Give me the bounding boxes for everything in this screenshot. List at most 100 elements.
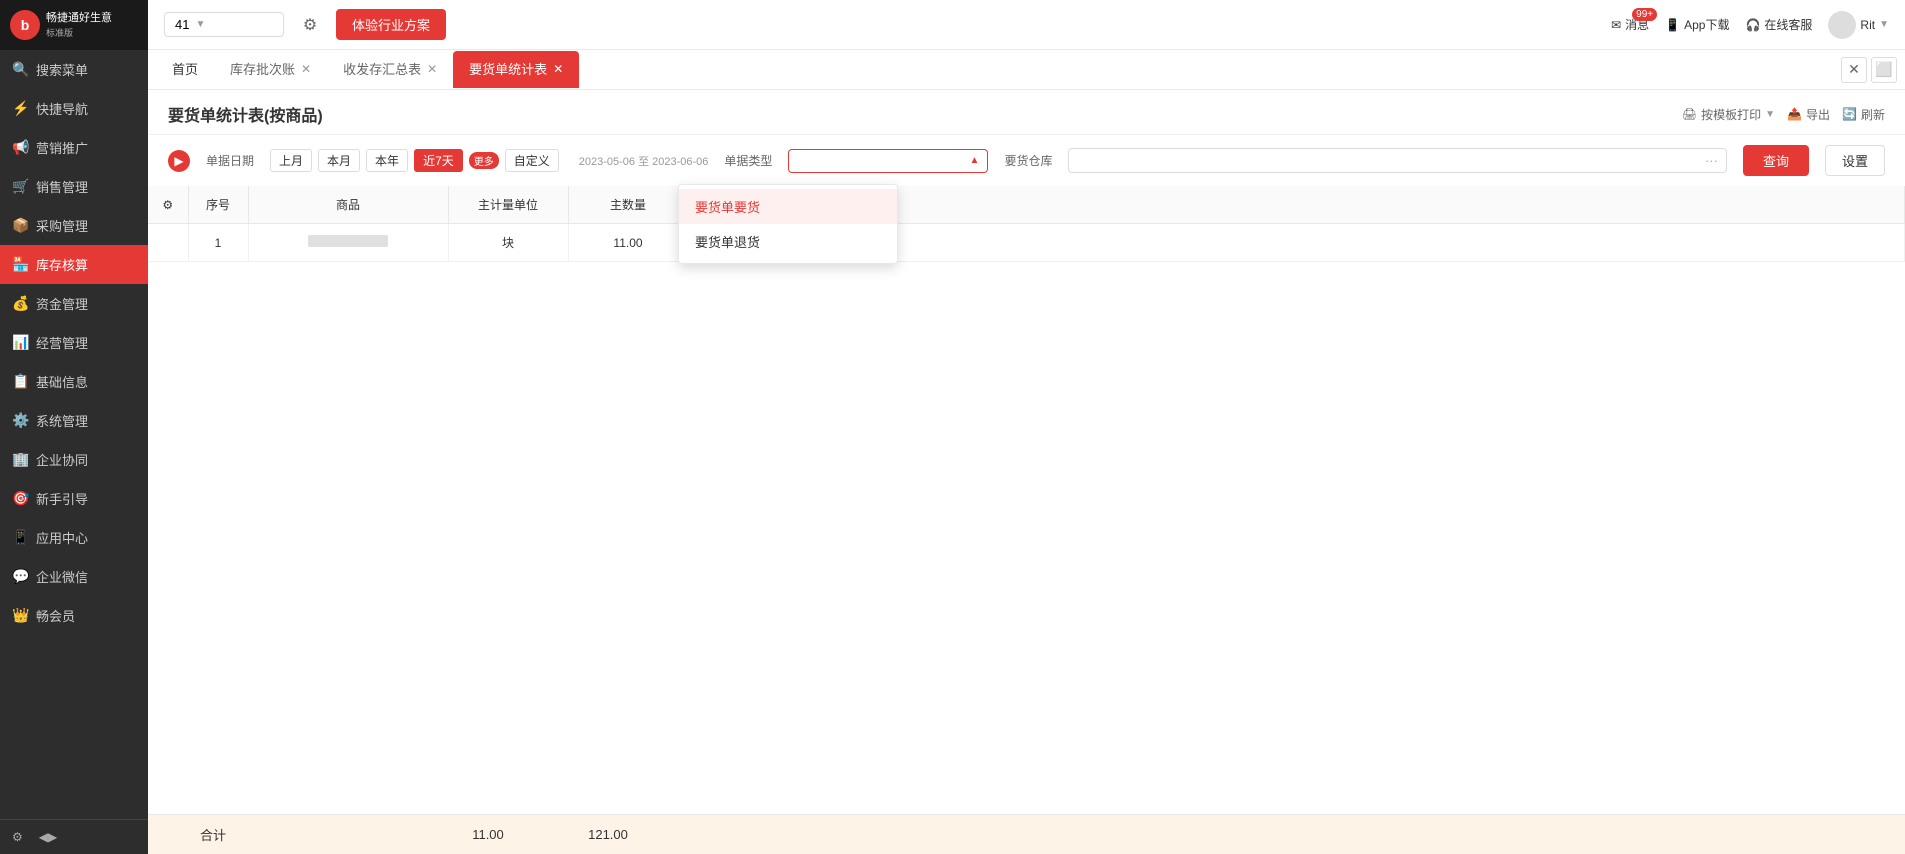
tab-label: 要货单统计表 bbox=[469, 59, 547, 78]
sidebar-item-marketing[interactable]: 📢 营销推广 bbox=[0, 128, 148, 167]
date-btn-this-month[interactable]: 本月 bbox=[318, 149, 360, 172]
more-badge[interactable]: 更多 bbox=[469, 152, 499, 169]
app-logo: b 畅捷通好生意 标准版 bbox=[0, 0, 148, 50]
sidebar-item-quicknav[interactable]: ⚡ 快捷导航 bbox=[0, 89, 148, 128]
cell-extra bbox=[808, 224, 1905, 262]
tab-close-icon[interactable]: ✕ bbox=[427, 62, 437, 76]
tenant-selector[interactable]: 41 ▼ bbox=[164, 12, 284, 37]
service-icon: 🎧 bbox=[1745, 18, 1760, 32]
tab-home-label: 首页 bbox=[172, 59, 198, 78]
col-gear[interactable]: ⚙ bbox=[148, 186, 188, 224]
sidebar-item-inventory[interactable]: 🏪 库存核算 bbox=[0, 245, 148, 284]
date-btn-last-month[interactable]: 上月 bbox=[270, 149, 312, 172]
sidebar-item-label: 企业微信 bbox=[36, 567, 88, 586]
message-badge: 99+ bbox=[1632, 8, 1657, 21]
sidebar-item-label: 经营管理 bbox=[36, 333, 88, 352]
table-row: 1 块 11.00 121.00 bbox=[148, 224, 1905, 262]
settings-btn[interactable]: 设置 bbox=[1825, 145, 1885, 176]
chevron-down-icon: ▼ bbox=[1765, 109, 1775, 120]
sidebar-item-sales[interactable]: 🛒 销售管理 bbox=[0, 167, 148, 206]
type-input[interactable] bbox=[797, 154, 969, 168]
sidebar-item-label: 应用中心 bbox=[36, 528, 88, 547]
tab-close-all-btn[interactable]: ✕ bbox=[1841, 57, 1867, 83]
sidebar-item-collab[interactable]: 🏢 企业协同 bbox=[0, 440, 148, 479]
avatar-name: Rit bbox=[1860, 18, 1875, 32]
sidebar-item-guide[interactable]: 🎯 新手引导 bbox=[0, 479, 148, 518]
print-btn[interactable]: 🖨 按模板打印 ▼ bbox=[1682, 106, 1775, 123]
header-gear-btn[interactable]: ⚙ bbox=[296, 11, 324, 39]
sidebar-item-label: 快捷导航 bbox=[36, 99, 88, 118]
date-buttons: 上月 本月 本年 近7天 更多 自定义 bbox=[270, 149, 559, 172]
export-label: 导出 bbox=[1806, 106, 1830, 123]
online-service-btn[interactable]: 🎧 在线客服 bbox=[1745, 16, 1812, 33]
page-actions: 🖨 按模板打印 ▼ 📤 导出 🔄 刷新 bbox=[1682, 106, 1885, 123]
tab-order-summary[interactable]: 要货单统计表 ✕ bbox=[453, 51, 579, 88]
type-dropdown: 要货单要货 要货单退货 bbox=[678, 184, 898, 264]
tab-end-actions: ✕ ⬜ bbox=[1841, 57, 1897, 83]
filter-expand-btn[interactable]: ▶ bbox=[168, 150, 190, 172]
date-btn-this-year[interactable]: 本年 bbox=[366, 149, 408, 172]
messages-btn[interactable]: ✉ 消息 99+ bbox=[1611, 16, 1649, 33]
sidebar-item-system[interactable]: ⚙️ 系统管理 bbox=[0, 401, 148, 440]
product-placeholder bbox=[308, 235, 388, 247]
tab-close-icon[interactable]: ✕ bbox=[301, 62, 311, 76]
table-area: ⚙ 序号 商品 主计量单位 主数量 零售金额 1 bbox=[148, 186, 1905, 814]
sidebar-item-operations[interactable]: 📊 经营管理 bbox=[0, 323, 148, 362]
user-avatar[interactable]: Rit ▼ bbox=[1828, 11, 1889, 39]
export-icon: 📤 bbox=[1787, 107, 1802, 121]
sidebar-item-finance[interactable]: 💰 资金管理 bbox=[0, 284, 148, 323]
type-select[interactable]: ▲ bbox=[788, 149, 988, 173]
sidebar-item-label: 基础信息 bbox=[36, 372, 88, 391]
app-name: 畅捷通好生意 bbox=[46, 11, 112, 25]
finance-icon: 💰 bbox=[12, 295, 28, 312]
industry-btn[interactable]: 体验行业方案 bbox=[336, 9, 446, 40]
refresh-btn[interactable]: 🔄 刷新 bbox=[1842, 106, 1885, 123]
tab-receive-summary[interactable]: 收发存汇总表 ✕ bbox=[327, 51, 453, 88]
member-icon: 👑 bbox=[12, 607, 28, 624]
sidebar-item-apps[interactable]: 📱 应用中心 bbox=[0, 518, 148, 557]
basics-icon: 📋 bbox=[12, 373, 28, 390]
app-version: 标准版 bbox=[46, 26, 112, 39]
tab-close-icon[interactable]: ✕ bbox=[553, 62, 563, 76]
type-label: 单据类型 bbox=[724, 152, 772, 169]
date-range: 2023-05-06 至 2023-06-06 bbox=[579, 153, 709, 169]
sidebar-item-label: 新手引导 bbox=[36, 489, 88, 508]
logo-icon: b bbox=[10, 10, 40, 40]
sidebar-item-label: 资金管理 bbox=[36, 294, 88, 313]
avatar-img bbox=[1828, 11, 1856, 39]
query-btn[interactable]: 查询 bbox=[1743, 145, 1809, 176]
sidebar-item-wechat[interactable]: 💬 企业微信 bbox=[0, 557, 148, 596]
export-btn[interactable]: 📤 导出 bbox=[1787, 106, 1830, 123]
sidebar-item-label: 系统管理 bbox=[36, 411, 88, 430]
sidebar-item-purchase[interactable]: 📦 采购管理 bbox=[0, 206, 148, 245]
sidebar-item-label: 畅会员 bbox=[36, 606, 75, 625]
tab-home[interactable]: 首页 bbox=[156, 51, 214, 88]
warehouse-label: 要货仓库 bbox=[1004, 152, 1052, 169]
app-download-btn[interactable]: 📱 App下载 bbox=[1665, 16, 1729, 33]
phone-icon: 📱 bbox=[1665, 18, 1680, 32]
date-btn-7days[interactable]: 近7天 bbox=[414, 149, 463, 172]
date-btn-custom[interactable]: 自定义 bbox=[505, 149, 559, 172]
dropdown-item-order-return[interactable]: 要货单退货 bbox=[679, 224, 897, 259]
cell-unit: 块 bbox=[448, 224, 568, 262]
inventory-icon: 🏪 bbox=[12, 256, 28, 273]
apps-icon: 📱 bbox=[12, 529, 28, 546]
sidebar-item-member[interactable]: 👑 畅会员 bbox=[0, 596, 148, 635]
tab-inventory-batch[interactable]: 库存批次账 ✕ bbox=[214, 51, 327, 88]
footer-qty: 11.00 bbox=[428, 827, 548, 842]
sidebar-item-basics[interactable]: 📋 基础信息 bbox=[0, 362, 148, 401]
footer-label-text: 合计 bbox=[200, 828, 226, 843]
cell-product bbox=[248, 224, 448, 262]
sidebar-item-label: 营销推广 bbox=[36, 138, 88, 157]
sidebar-item-search[interactable]: 🔍 搜索菜单 bbox=[0, 50, 148, 89]
tab-bar: 首页 库存批次账 ✕ 收发存汇总表 ✕ 要货单统计表 ✕ ✕ ⬜ bbox=[148, 50, 1905, 90]
sidebar-nav: 🔍 搜索菜单 ⚡ 快捷导航 📢 营销推广 🛒 销售管理 📦 采购管理 🏪 库存核… bbox=[0, 50, 148, 819]
message-icon: ✉ bbox=[1611, 18, 1621, 32]
dropdown-item-order-goods[interactable]: 要货单要货 bbox=[679, 189, 897, 224]
warehouse-select[interactable]: ··· bbox=[1068, 148, 1727, 173]
sidebar-collapse-btn[interactable]: ◀▶ bbox=[39, 830, 57, 844]
cell-qty: 11.00 bbox=[568, 224, 688, 262]
sidebar-settings-btn[interactable]: ⚙ bbox=[12, 830, 23, 844]
tab-label: 库存批次账 bbox=[230, 59, 295, 78]
tab-maximize-btn[interactable]: ⬜ bbox=[1871, 57, 1897, 83]
